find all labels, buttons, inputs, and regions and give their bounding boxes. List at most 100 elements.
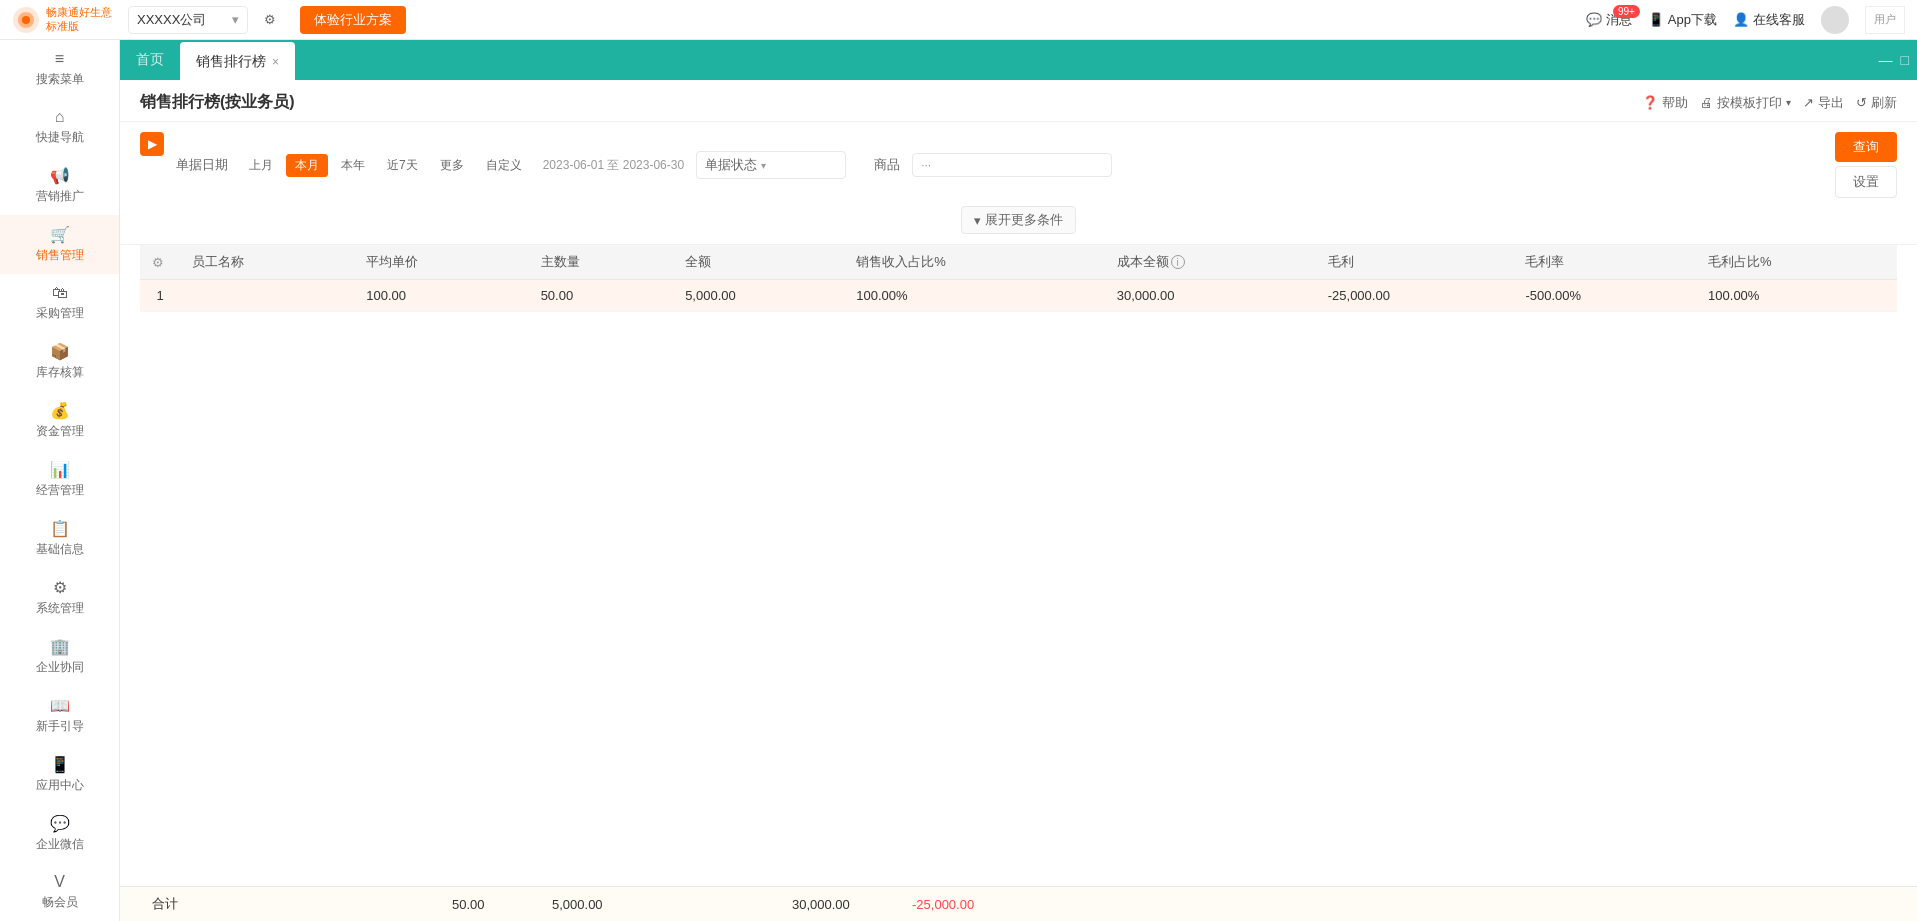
footer-gross: -25,000.00 (900, 897, 1020, 912)
th-settings[interactable]: ⚙ (140, 245, 180, 280)
data-table: ⚙ 员工名称 平均单价 主数量 全额 销售收入占比% 成本全额 (140, 245, 1897, 312)
sidebar-item-inventory[interactable]: 📦 库存核算 (0, 332, 119, 391)
print-btn[interactable]: 🖨 按模板打印 ▾ (1700, 94, 1791, 112)
chevron-down-icon: ▾ (232, 12, 239, 27)
expand-more-label: 展开更多条件 (985, 211, 1063, 229)
notification-btn[interactable]: 💬 消息 99+ (1586, 11, 1632, 29)
sidebar-label-app-center: 应用中心 (36, 777, 84, 794)
sidebar-item-quick-nav[interactable]: ⌂ 快捷导航 (0, 98, 119, 156)
th-cost-label: 成本全额 i (1117, 253, 1185, 271)
sidebar-label-quick-nav: 快捷导航 (36, 129, 84, 146)
app-download-btn[interactable]: 📱 App下载 (1648, 11, 1717, 29)
filter-inputs: 单据日期 上月 本月 本年 近7天 更多 自定义 2023-06-01 至 20… (176, 132, 1897, 198)
sidebar-item-wechat[interactable]: 💬 企业微信 (0, 804, 119, 863)
trial-button[interactable]: 体验行业方案 (300, 6, 406, 34)
footer-amount: 5,000.00 (540, 897, 660, 912)
svg-point-2 (22, 16, 30, 24)
sidebar-item-sales[interactable]: 🛒 销售管理 (0, 215, 119, 274)
help-label: 帮助 (1662, 94, 1688, 112)
this-month-btn[interactable]: 本月 (286, 154, 328, 177)
footer-total-label: 合计 (140, 895, 340, 913)
sidebar-item-operations[interactable]: 📊 经营管理 (0, 450, 119, 509)
this-year-btn[interactable]: 本年 (332, 154, 374, 177)
header-actions: ❓ 帮助 🖨 按模板打印 ▾ ↗ 导出 ↺ (1642, 94, 1897, 112)
last7-btn[interactable]: 近7天 (378, 154, 427, 177)
avatar[interactable] (1821, 6, 1849, 34)
table-footer: 合计 50.00 5,000.00 30,000.00 -25,000.00 (120, 886, 1917, 921)
refresh-btn[interactable]: ↺ 刷新 (1856, 94, 1897, 112)
sidebar-label-search-orders: 搜索菜单 (36, 71, 84, 88)
sidebar-item-basic-info[interactable]: 📋 基础信息 (0, 509, 119, 568)
refresh-icon: ↺ (1856, 95, 1867, 110)
last-month-btn[interactable]: 上月 (240, 154, 282, 177)
date-range-display: 2023-06-01 至 2023-06-30 (543, 157, 684, 174)
sidebar-icon-search-orders: ≡ (55, 50, 64, 68)
tab-home-label: 首页 (136, 51, 164, 69)
status-filter[interactable]: 单据状态 ▾ (696, 151, 846, 179)
cell-sales-pct: 100.00% (844, 280, 1104, 312)
cell-cost: 30,000.00 (1105, 280, 1316, 312)
sidebar-icon-member: V (54, 873, 65, 891)
tab-bar-right: — □ (1879, 52, 1917, 68)
sidebar-icon-finance: 💰 (50, 401, 70, 420)
sidebar-item-finance[interactable]: 💰 资金管理 (0, 391, 119, 450)
content-area: 首页 销售排行榜 × — □ 销售排行榜(按业务员) (120, 40, 1917, 921)
filter-area: ▶ 单据日期 上月 本月 本年 近7天 更多 自定义 (120, 122, 1917, 245)
print-label: 按模板打印 (1717, 94, 1782, 112)
sidebar-icon-sales: 🛒 (50, 225, 70, 244)
th-avg-price: 平均单价 (354, 245, 528, 280)
company-name: XXXXX公司 (137, 11, 206, 29)
sidebar-item-search-orders[interactable]: ≡ 搜索菜单 (0, 40, 119, 98)
online-service-btn[interactable]: 👤 在线客服 (1733, 11, 1805, 29)
sidebar-item-marketing[interactable]: 📢 营销推广 (0, 156, 119, 215)
settings-icon-btn[interactable]: ⚙ (256, 6, 284, 34)
export-icon: ↗ (1803, 95, 1814, 110)
tab-active-label: 销售排行榜 (196, 53, 266, 71)
expand-more-btn[interactable]: ▾ 展开更多条件 (961, 206, 1076, 234)
sidebar-icon-basic-info: 📋 (50, 519, 70, 538)
goods-dots-icon: ··· (921, 158, 931, 172)
export-btn[interactable]: ↗ 导出 (1803, 94, 1844, 112)
cost-info-icon[interactable]: i (1171, 255, 1185, 269)
settings-button[interactable]: 设置 (1835, 166, 1897, 198)
avatar-name[interactable]: 用户 (1865, 6, 1905, 34)
page-content: 销售排行榜(按业务员) ❓ 帮助 🖨 按模板打印 ▾ ↗ (120, 80, 1917, 921)
cell-gross-rate: -500.00% (1513, 280, 1696, 312)
custom-btn[interactable]: 自定义 (477, 154, 531, 177)
help-btn[interactable]: ❓ 帮助 (1642, 94, 1688, 112)
more-date-btn[interactable]: 更多 (431, 154, 473, 177)
col-settings-icon[interactable]: ⚙ (152, 255, 164, 270)
tab-home[interactable]: 首页 (120, 40, 180, 80)
expand-more-icon: ▾ (974, 213, 981, 228)
sidebar-item-member[interactable]: V 畅会员 (0, 863, 119, 921)
sidebar-item-purchase[interactable]: 🛍 采购管理 (0, 274, 119, 332)
sidebar-item-app-center[interactable]: 📱 应用中心 (0, 745, 119, 804)
tab-maximize-icon[interactable]: □ (1901, 52, 1909, 68)
sidebar-item-enterprise[interactable]: 🏢 企业协同 (0, 627, 119, 686)
logo-icon (12, 6, 40, 34)
sidebar-icon-purchase: 🛍 (52, 284, 68, 302)
sidebar-item-guide[interactable]: 📖 新手引导 (0, 686, 119, 745)
cell-amount: 5,000.00 (673, 280, 844, 312)
top-bar-right: 💬 消息 99+ 📱 App下载 👤 在线客服 用户 (1586, 6, 1905, 34)
online-service-label: 在线客服 (1753, 11, 1805, 29)
tab-sales-ranking[interactable]: 销售排行榜 × (180, 42, 295, 82)
tab-minimize-icon[interactable]: — (1879, 52, 1893, 68)
company-selector[interactable]: XXXXX公司 ▾ (128, 6, 248, 34)
sidebar-item-system[interactable]: ⚙ 系统管理 (0, 568, 119, 627)
th-sales-pct: 销售收入占比% (844, 245, 1104, 280)
th-gross-pct: 毛利占比% (1696, 245, 1897, 280)
th-gross: 毛利 (1316, 245, 1514, 280)
sidebar-label-sales: 销售管理 (36, 247, 84, 264)
sidebar-icon-inventory: 📦 (50, 342, 70, 361)
query-button[interactable]: 查询 (1835, 132, 1897, 162)
sidebar-label-inventory: 库存核算 (36, 364, 84, 381)
page-header: 销售排行榜(按业务员) ❓ 帮助 🖨 按模板打印 ▾ ↗ (120, 80, 1917, 122)
tab-close-icon[interactable]: × (272, 55, 279, 69)
goods-filter[interactable]: ··· (912, 153, 1112, 177)
sidebar-icon-wechat: 💬 (50, 814, 70, 833)
filter-expand-btn[interactable]: ▶ (140, 132, 164, 156)
footer-cost: 30,000.00 (780, 897, 900, 912)
cell-employee (180, 280, 354, 312)
question-icon: ❓ (1642, 95, 1658, 110)
